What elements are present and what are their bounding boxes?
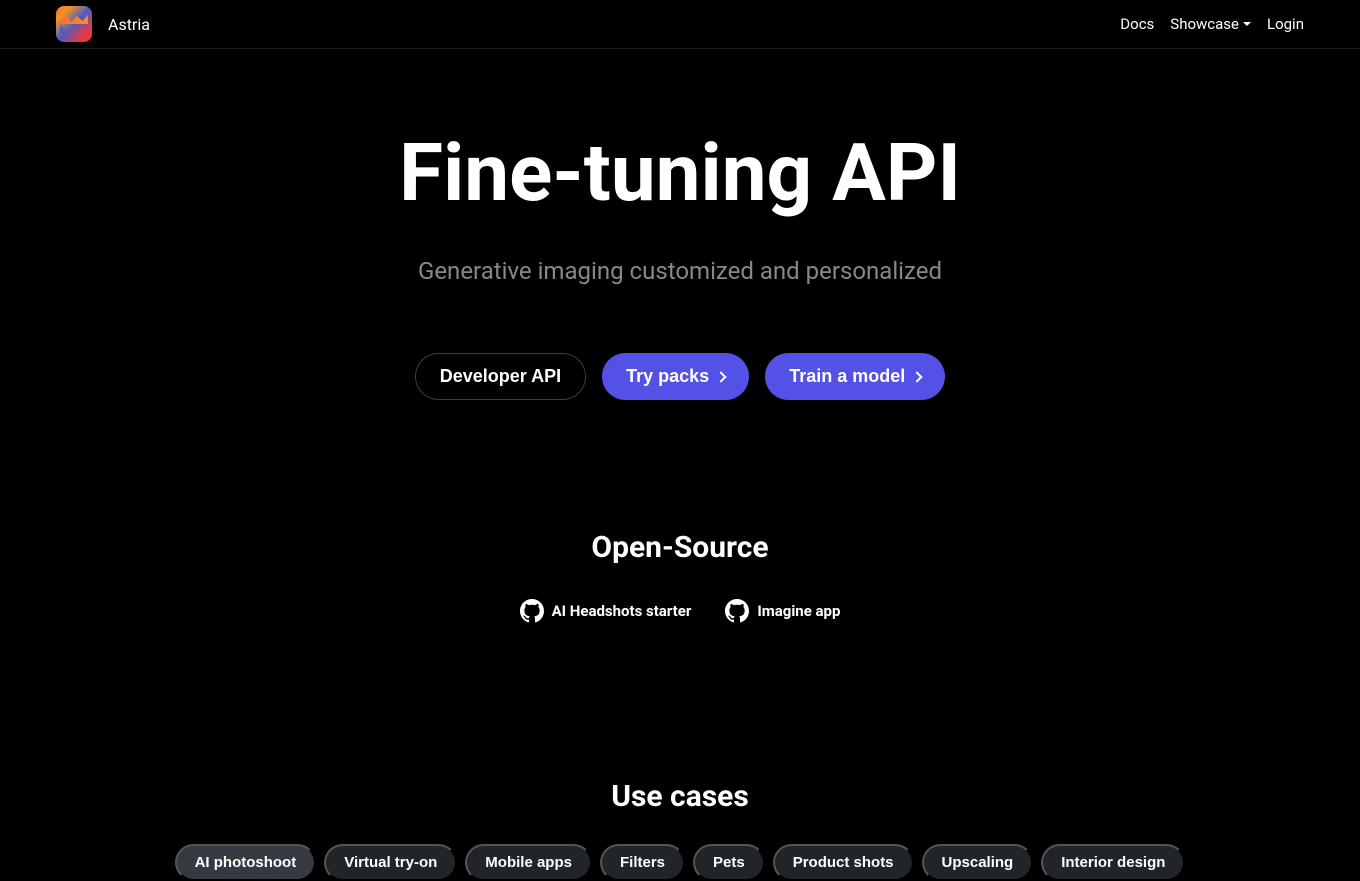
nav-login[interactable]: Login bbox=[1267, 15, 1304, 33]
hero-buttons: Developer API Try packs Train a model bbox=[0, 353, 1360, 400]
train-model-label: Train a model bbox=[789, 366, 905, 387]
chevron-right-icon bbox=[716, 371, 727, 382]
github-link-headshots[interactable]: AI Headshots starter bbox=[520, 599, 692, 623]
github-links: AI Headshots starter Imagine app bbox=[0, 599, 1360, 623]
try-packs-button[interactable]: Try packs bbox=[602, 353, 749, 400]
github-link-imagine-label: Imagine app bbox=[757, 602, 840, 620]
navbar-right: Docs Showcase Login bbox=[1120, 15, 1304, 33]
open-source-title: Open-Source bbox=[0, 530, 1360, 565]
tab-pets[interactable]: Pets bbox=[693, 844, 765, 881]
use-cases-section: Use cases AI photoshoot Virtual try-on M… bbox=[0, 779, 1360, 881]
chevron-right-icon bbox=[912, 371, 923, 382]
tab-ai-photoshoot[interactable]: AI photoshoot bbox=[175, 844, 317, 881]
navbar-left: Astria bbox=[56, 6, 150, 42]
tab-upscaling[interactable]: Upscaling bbox=[922, 844, 1034, 881]
hero-subtitle: Generative imaging customized and person… bbox=[0, 257, 1360, 285]
open-source-section: Open-Source AI Headshots starter Imagine… bbox=[0, 530, 1360, 623]
nav-docs[interactable]: Docs bbox=[1120, 15, 1154, 33]
github-icon bbox=[725, 599, 749, 623]
nav-showcase-label: Showcase bbox=[1170, 15, 1239, 33]
train-model-button[interactable]: Train a model bbox=[765, 353, 945, 400]
tab-mobile-apps[interactable]: Mobile apps bbox=[465, 844, 592, 881]
brand-logo[interactable] bbox=[56, 6, 92, 42]
caret-down-icon bbox=[1243, 22, 1251, 26]
developer-api-label: Developer API bbox=[440, 366, 561, 387]
tab-virtual-try-on[interactable]: Virtual try-on bbox=[324, 844, 457, 881]
brand-name[interactable]: Astria bbox=[108, 15, 150, 34]
developer-api-button[interactable]: Developer API bbox=[415, 353, 586, 400]
use-cases-title: Use cases bbox=[0, 779, 1360, 814]
hero-section: Fine-tuning API Generative imaging custo… bbox=[0, 49, 1360, 400]
tab-interior-design[interactable]: Interior design bbox=[1041, 844, 1185, 881]
hero-title: Fine-tuning API bbox=[0, 129, 1360, 217]
github-link-imagine[interactable]: Imagine app bbox=[725, 599, 840, 623]
use-cases-tabs: AI photoshoot Virtual try-on Mobile apps… bbox=[0, 844, 1360, 881]
navbar: Astria Docs Showcase Login bbox=[0, 0, 1360, 49]
tab-product-shots[interactable]: Product shots bbox=[773, 844, 914, 881]
tab-filters[interactable]: Filters bbox=[600, 844, 685, 881]
try-packs-label: Try packs bbox=[626, 366, 709, 387]
nav-showcase[interactable]: Showcase bbox=[1170, 15, 1251, 33]
github-icon bbox=[520, 599, 544, 623]
github-link-headshots-label: AI Headshots starter bbox=[552, 602, 692, 620]
